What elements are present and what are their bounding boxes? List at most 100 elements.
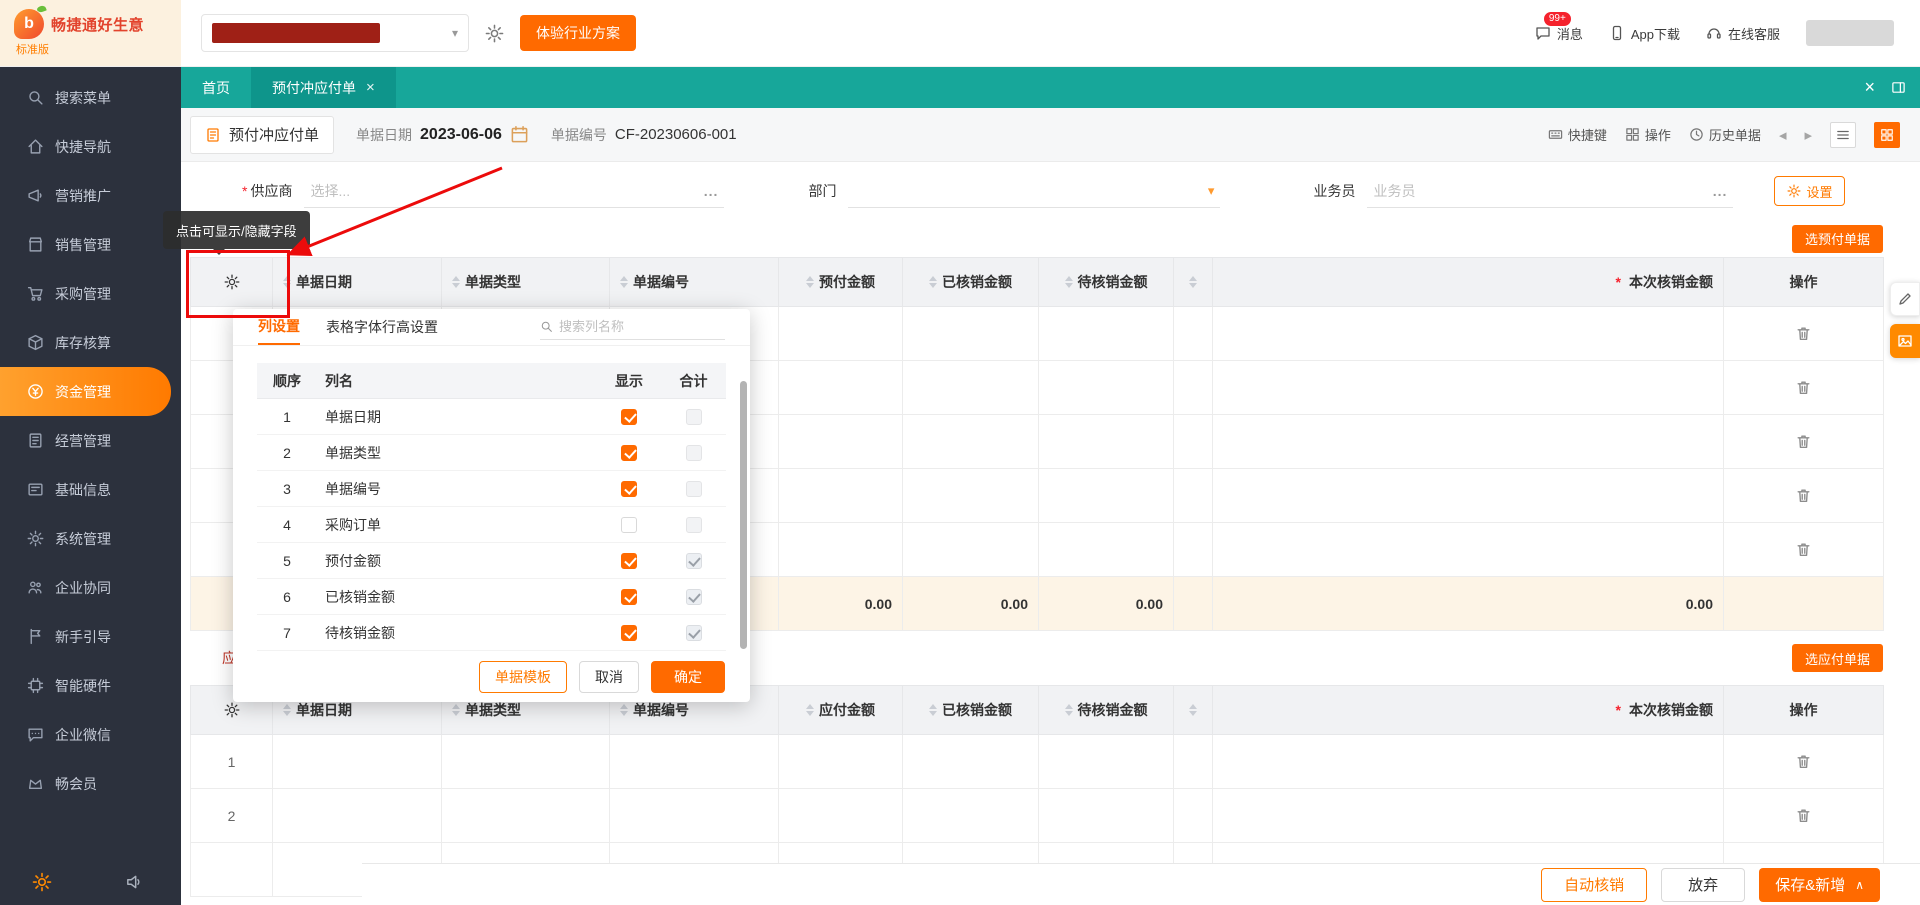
announcement-speaker-icon[interactable] [125,873,143,891]
history-docs-button[interactable]: 历史单据 [1689,125,1761,144]
tab-bar: 首页 预付冲应付单 × × [181,67,1920,108]
salesman-more-icon[interactable]: ... [1713,183,1728,199]
delete-row-button[interactable] [1795,807,1812,824]
sidebar-item-12[interactable]: 智能硬件 [0,661,181,710]
department-chevron-down-icon[interactable]: ▾ [1208,183,1215,199]
sidebar-item-4[interactable]: 采购管理 [0,269,181,318]
online-service-button[interactable]: 在线客服 [1706,24,1780,43]
department-select[interactable]: ▾ [848,174,1221,208]
column-settings-gear-icon[interactable] [224,274,240,290]
tab-home[interactable]: 首页 [181,67,251,108]
list-view-button[interactable] [1830,121,1856,148]
collapse-caret-icon[interactable]: ∧ [1855,878,1864,892]
tab-column-settings[interactable]: 列设置 [258,309,300,345]
messages-button[interactable]: 99+ 消息 [1535,10,1583,43]
supplier-more-icon[interactable]: ... [704,183,719,199]
sidebar-item-7[interactable]: 经营管理 [0,416,181,465]
show-checkbox[interactable] [621,552,637,569]
save-and-new-button[interactable]: 保存&新增 ∧ [1759,867,1880,902]
show-checkbox[interactable] [621,480,637,497]
operations-button[interactable]: 操作 [1625,125,1671,144]
sidebar-item-5[interactable]: 库存核算 [0,318,181,367]
sidebar-item-1[interactable]: 快捷导航 [0,122,181,171]
sidebar-item-8[interactable]: 基础信息 [0,465,181,514]
column-settings-cell[interactable] [190,257,273,307]
doc-date-value[interactable]: 2023-06-06 [420,126,502,144]
company-select[interactable]: ▾ [201,14,469,52]
show-checkbox[interactable] [621,408,637,425]
total-checkbox[interactable] [685,444,702,461]
sidebar-item-2[interactable]: 营销推广 [0,171,181,220]
col-unsettled-amount[interactable]: 待核销金额 [1038,257,1174,307]
discard-button[interactable]: 放弃 [1661,867,1746,902]
col-doc-date[interactable]: 单据日期 [272,257,442,307]
delete-row-button[interactable] [1795,541,1812,558]
column-search-box[interactable] [540,314,725,340]
sidebar-item-3[interactable]: 销售管理 [0,220,181,269]
col-unsettled-amount[interactable]: 待核销金额 [1038,685,1174,735]
shortcut-keys-button[interactable]: 快捷键 [1548,125,1607,144]
supplier-input[interactable]: 选择... ... [304,174,725,208]
sidebar-settings-gear-icon[interactable] [32,872,52,892]
col-doc-no[interactable]: 单据编号 [609,257,779,307]
sidebar-item-6[interactable]: 资金管理 [0,367,171,416]
total-checkbox[interactable] [685,624,702,641]
cancel-button[interactable]: 取消 [579,661,639,693]
sidebar-item-14[interactable]: 畅会员 [0,759,181,808]
total-checkbox[interactable] [685,516,702,533]
total-checkbox[interactable] [685,480,702,497]
show-checkbox[interactable] [621,444,637,461]
close-all-icon[interactable]: × [1864,77,1875,98]
column-search-input[interactable] [559,319,704,334]
col-current-writeoff[interactable]: * 本次核销金额 [1212,257,1724,307]
next-doc-icon[interactable]: ▸ [1804,126,1812,144]
user-name-redacted[interactable] [1806,20,1894,46]
sidebar-item-11[interactable]: 新手引导 [0,612,181,661]
promo-image-button[interactable] [1890,324,1920,358]
delete-row-button[interactable] [1795,487,1812,504]
show-checkbox[interactable] [621,588,637,605]
close-tab-icon[interactable]: × [366,79,375,96]
salesman-input[interactable]: 业务员 ... [1367,174,1734,208]
show-checkbox[interactable] [621,516,637,533]
shop-icon [27,236,44,253]
sidebar-item-9[interactable]: 系统管理 [0,514,181,563]
delete-row-button[interactable] [1795,379,1812,396]
sidebar-item-13[interactable]: 企业微信 [0,710,181,759]
doc-template-button[interactable]: 单据模板 [479,661,567,693]
col-payable-amount[interactable]: 应付金额 [778,685,903,735]
calendar-icon[interactable] [510,125,529,144]
total-checkbox[interactable] [685,408,702,425]
delete-row-button[interactable] [1795,433,1812,450]
tab-prepaid-writeoff[interactable]: 预付冲应付单 × [251,67,396,108]
grid-view-button[interactable] [1874,121,1900,148]
delete-row-button[interactable] [1795,325,1812,342]
col-settled-amount[interactable]: 已核销金额 [902,685,1039,735]
select-payable-docs-button[interactable]: 选应付单据 [1791,644,1883,672]
sidebar-item-10[interactable]: 企业协同 [0,563,181,612]
layout-toggle-icon[interactable] [1891,80,1906,95]
col-current-writeoff[interactable]: * 本次核销金额 [1212,685,1724,735]
feedback-pen-button[interactable] [1890,282,1920,316]
delete-row-button[interactable] [1795,753,1812,770]
auto-writeoff-button[interactable]: 自动核销 [1541,867,1648,902]
account-settings-gear-icon[interactable] [485,24,504,43]
tab-font-row-height[interactable]: 表格字体行高设置 [326,309,438,345]
trial-solution-button[interactable]: 体验行业方案 [520,15,636,51]
col-doc-type[interactable]: 单据类型 [441,257,610,307]
show-checkbox[interactable] [621,624,637,641]
total-checkbox[interactable] [685,552,702,569]
confirm-button[interactable]: 确定 [651,661,725,693]
select-prepaid-docs-button[interactable]: 选预付单据 [1791,224,1883,253]
dialog-scrollbar-thumb[interactable] [740,381,747,649]
prev-doc-icon[interactable]: ◂ [1779,126,1787,144]
col-settled-amount[interactable]: 已核销金额 [902,257,1039,307]
summary-settled-amount: 0.00 [902,576,1039,631]
field-settings-button[interactable]: 设置 [1774,176,1846,206]
col-prepaid-amount[interactable]: 预付金额 [778,257,903,307]
column-settings-gear-icon[interactable] [224,702,240,718]
app-download-button[interactable]: App下载 [1609,24,1680,43]
sidebar-item-0[interactable]: 搜索菜单 [0,73,181,122]
total-checkbox[interactable] [685,588,702,605]
summary-prepaid-amount: 0.00 [778,576,903,631]
